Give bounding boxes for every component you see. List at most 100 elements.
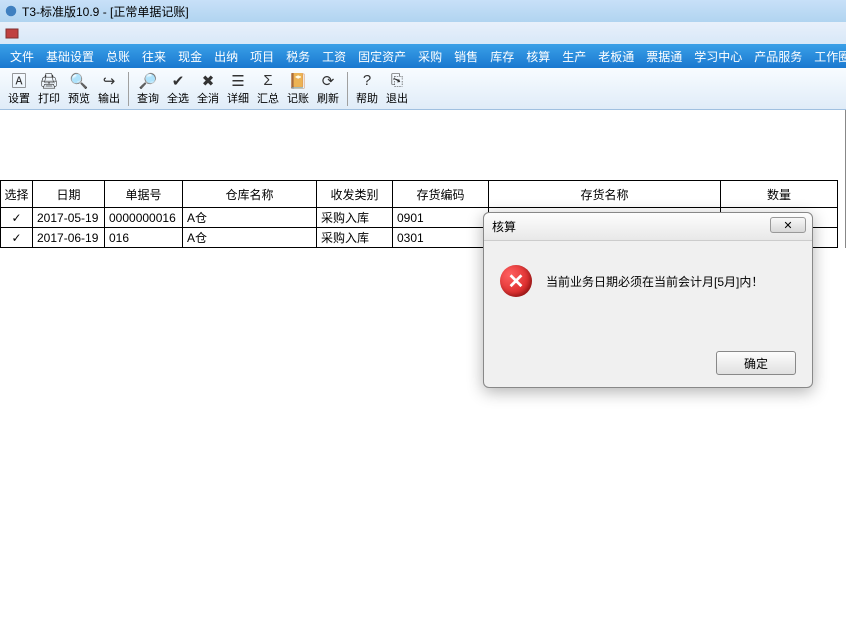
tool-label: 详细 — [227, 90, 249, 106]
tool-label: 全选 — [167, 90, 189, 106]
select-all-button[interactable]: ✔全选 — [163, 70, 193, 108]
toolbar-separator — [347, 72, 348, 106]
preview-icon: 🔍 — [70, 72, 88, 90]
checkmark-icon: ✓ — [11, 211, 21, 225]
dialog-title-text: 核算 — [492, 218, 516, 235]
menubar: 文件基础设置总账往来现金出纳项目税务工资固定资产采购销售库存核算生产老板通票据通… — [0, 44, 846, 68]
menu-item[interactable]: 生产 — [556, 48, 592, 65]
refresh-button[interactable]: ⟳刷新 — [313, 70, 343, 108]
close-icon: ✕ — [783, 219, 792, 232]
help-icon: ? — [358, 72, 376, 90]
window-titlebar: T3-标准版10.9 - [正常单据记账] — [0, 0, 846, 22]
toolbar-separator — [128, 72, 129, 106]
tool-label: 帮助 — [356, 90, 378, 106]
cell-warehouse: A仓 — [182, 208, 316, 228]
detail-icon: ☰ — [229, 72, 247, 90]
dialog-body: ✕ 当前业务日期必须在当前会计月[5月]内！ — [484, 241, 812, 321]
tool-label: 全消 — [197, 90, 219, 106]
cell-docno: 0000000016 — [104, 208, 182, 228]
menu-item[interactable]: 固定资产 — [352, 48, 412, 65]
col-stockname: 存货名称 — [488, 180, 720, 208]
menu-item[interactable]: 出纳 — [208, 48, 244, 65]
detail-button[interactable]: ☰详细 — [223, 70, 253, 108]
help-button[interactable]: ?帮助 — [352, 70, 382, 108]
cell-type: 采购入库 — [316, 228, 392, 248]
deselect-all-button[interactable]: ✖全消 — [193, 70, 223, 108]
cell-select: ✓ — [0, 208, 32, 228]
query-button[interactable]: 🔎查询 — [133, 70, 163, 108]
menu-item[interactable]: 销售 — [448, 48, 484, 65]
tool-label: 刷新 — [317, 90, 339, 106]
checkmark-icon: ✓ — [11, 231, 21, 245]
deselect-all-icon: ✖ — [199, 72, 217, 90]
menu-item[interactable]: 工作圈 — [808, 48, 846, 65]
tool-label: 预览 — [68, 90, 90, 106]
cell-date: 2017-05-19 — [32, 208, 104, 228]
preview-button[interactable]: 🔍预览 — [64, 70, 94, 108]
error-icon: ✕ — [500, 265, 532, 297]
menu-item[interactable]: 产品服务 — [748, 48, 808, 65]
menu-item[interactable]: 老板通 — [592, 48, 640, 65]
col-qty: 数量 — [720, 180, 838, 208]
menu-item[interactable]: 核算 — [520, 48, 556, 65]
cell-type: 采购入库 — [316, 208, 392, 228]
menu-item[interactable]: 学习中心 — [688, 48, 748, 65]
menu-item[interactable]: 库存 — [484, 48, 520, 65]
export-button[interactable]: ↪输出 — [94, 70, 124, 108]
print-button[interactable]: 🖨打印 — [34, 70, 64, 108]
menu-item[interactable]: 税务 — [280, 48, 316, 65]
menu-item[interactable]: 文件 — [4, 48, 40, 65]
tool-label: 记账 — [287, 90, 309, 106]
summary-button[interactable]: Σ汇总 — [253, 70, 283, 108]
dialog-footer: 确定 — [716, 351, 796, 375]
col-warehouse: 仓库名称 — [182, 180, 316, 208]
secondary-bar — [0, 22, 846, 44]
menu-item[interactable]: 票据通 — [640, 48, 688, 65]
menu-item[interactable]: 往来 — [136, 48, 172, 65]
menu-item[interactable]: 基础设置 — [40, 48, 100, 65]
settings-button[interactable]: 🄰设置 — [4, 70, 34, 108]
export-icon: ↪ — [100, 72, 118, 90]
post-icon: 📔 — [289, 72, 307, 90]
post-button[interactable]: 📔记账 — [283, 70, 313, 108]
tool-label: 汇总 — [257, 90, 279, 106]
toolbar: 🄰设置🖨打印🔍预览↪输出🔎查询✔全选✖全消☰详细Σ汇总📔记账⟳刷新?帮助⎘退出 — [0, 68, 846, 110]
ok-button[interactable]: 确定 — [716, 351, 796, 375]
menu-item[interactable]: 项目 — [244, 48, 280, 65]
col-date: 日期 — [32, 180, 104, 208]
query-icon: 🔎 — [139, 72, 157, 90]
print-icon: 🖨 — [40, 72, 58, 90]
tool-label: 输出 — [98, 90, 120, 106]
cell-docno: 016 — [104, 228, 182, 248]
module-icon — [4, 25, 20, 41]
dialog-message: 当前业务日期必须在当前会计月[5月]内！ — [546, 273, 763, 290]
col-docno: 单据号 — [104, 180, 182, 208]
menu-item[interactable]: 现金 — [172, 48, 208, 65]
tool-label: 查询 — [137, 90, 159, 106]
menu-item[interactable]: 工资 — [316, 48, 352, 65]
tool-label: 打印 — [38, 90, 60, 106]
settings-icon: 🄰 — [10, 72, 28, 90]
cell-stockcode: 0901 — [392, 208, 488, 228]
content-gap — [0, 110, 846, 180]
tool-label: 退出 — [386, 90, 408, 106]
refresh-icon: ⟳ — [319, 72, 337, 90]
cell-stockcode: 0301 — [392, 228, 488, 248]
exit-button[interactable]: ⎘退出 — [382, 70, 412, 108]
dialog-close-button[interactable]: ✕ — [770, 217, 806, 233]
app-icon — [4, 4, 18, 18]
summary-icon: Σ — [259, 72, 277, 90]
cell-warehouse: A仓 — [182, 228, 316, 248]
grid-header: 选择 日期 单据号 仓库名称 收发类别 存货编码 存货名称 数量 — [0, 180, 845, 208]
window-title: T3-标准版10.9 - [正常单据记账] — [22, 3, 189, 20]
cell-date: 2017-06-19 — [32, 228, 104, 248]
exit-icon: ⎘ — [388, 72, 406, 90]
dialog-titlebar[interactable]: 核算 ✕ — [484, 213, 812, 241]
message-dialog: 核算 ✕ ✕ 当前业务日期必须在当前会计月[5月]内！ 确定 — [483, 212, 813, 388]
col-select: 选择 — [0, 180, 32, 208]
menu-item[interactable]: 采购 — [412, 48, 448, 65]
tool-label: 设置 — [8, 90, 30, 106]
menu-item[interactable]: 总账 — [100, 48, 136, 65]
select-all-icon: ✔ — [169, 72, 187, 90]
col-type: 收发类别 — [316, 180, 392, 208]
